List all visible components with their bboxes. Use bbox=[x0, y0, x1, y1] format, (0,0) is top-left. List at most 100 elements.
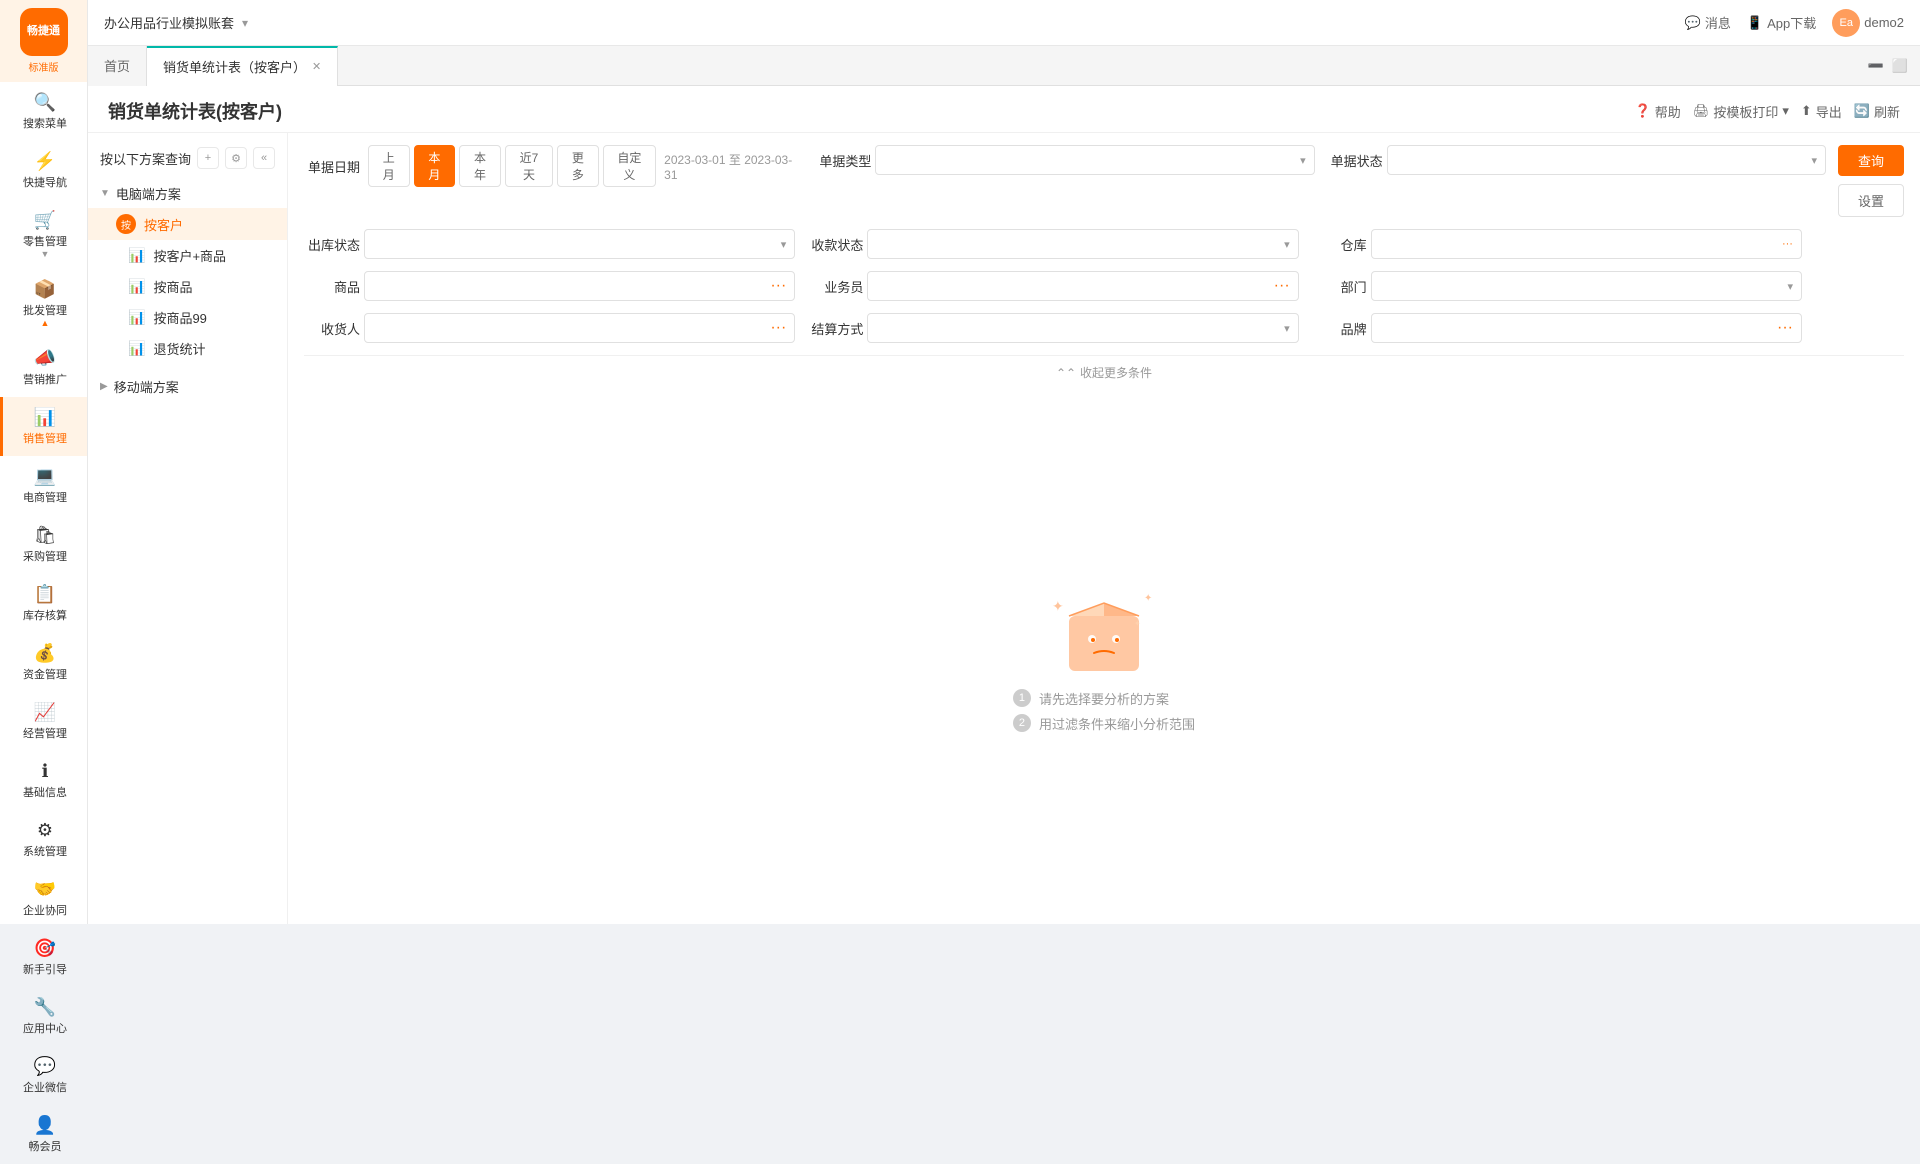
recipient-dots-icon[interactable]: ··· bbox=[770, 319, 786, 337]
minimize-button[interactable]: ➖ bbox=[1868, 58, 1884, 74]
goods-select[interactable]: ··· bbox=[364, 271, 795, 301]
sidebar-item-system[interactable]: ⚙ 系统管理 bbox=[0, 810, 87, 869]
scheme-add-button[interactable]: + bbox=[197, 147, 219, 169]
sidebar-item-label: 系统管理 bbox=[23, 843, 67, 859]
sidebar-item-operation[interactable]: 📈 经营管理 bbox=[0, 692, 87, 751]
scheme-group-mobile-expand-icon: ▶ bbox=[100, 381, 108, 392]
topbar-dropdown-icon[interactable]: ▾ bbox=[242, 16, 248, 30]
tip-number-1: 1 bbox=[1013, 689, 1031, 707]
scheme-item-by-goods[interactable]: 📊 按商品 bbox=[88, 271, 287, 302]
scheme-item-goods99[interactable]: 📊 按商品99 bbox=[88, 302, 287, 333]
filter-row-1: 单据日期 上月 本月 本年 近7天 更多 自定义 2023-03-01 至 20… bbox=[304, 145, 1904, 217]
order-type-select[interactable]: ▾ bbox=[875, 145, 1314, 175]
goods-dots-icon[interactable]: ··· bbox=[770, 277, 786, 295]
sidebar-item-label: 经营管理 bbox=[23, 725, 67, 741]
order-status-dropdown-icon: ▾ bbox=[1811, 154, 1817, 167]
scheme-settings-button[interactable]: ⚙ bbox=[225, 147, 247, 169]
filter-recipient: 收货人 ··· bbox=[304, 313, 795, 343]
guide-icon: 🎯 bbox=[34, 938, 56, 959]
recipient-select[interactable]: ··· bbox=[364, 313, 795, 343]
settlement-select[interactable]: ▾ bbox=[867, 313, 1298, 343]
message-button[interactable]: 💬 消息 bbox=[1685, 13, 1731, 32]
warehouse-select[interactable]: ··· bbox=[1371, 229, 1802, 259]
payment-status-select[interactable]: ▾ bbox=[867, 229, 1298, 259]
sidebar-item-inventory[interactable]: 📋 库存核算 bbox=[0, 574, 87, 633]
sidebar-item-quicknav[interactable]: ⚡ 快捷导航 bbox=[0, 141, 87, 200]
out-status-select[interactable]: ▾ bbox=[364, 229, 795, 259]
scheme-item-label: 按客户 bbox=[144, 215, 183, 234]
department-select[interactable]: ▾ bbox=[1371, 271, 1802, 301]
sidebar-item-basic[interactable]: ℹ 基础信息 bbox=[0, 751, 87, 810]
svg-text:✦: ✦ bbox=[1144, 593, 1152, 604]
expand-icon: ▼ bbox=[41, 249, 50, 259]
date-btn-last-month[interactable]: 上月 bbox=[368, 145, 410, 187]
sidebar-item-collab[interactable]: 🤝 企业协同 bbox=[0, 869, 87, 928]
date-btn-this-month[interactable]: 本月 bbox=[414, 145, 456, 187]
marketing-icon: 📣 bbox=[34, 348, 56, 369]
logo-icon: 畅捷通 bbox=[20, 8, 68, 56]
sidebar-item-retail[interactable]: 🛒 零售管理 ▼ bbox=[0, 200, 87, 269]
appcenter-icon: 🔧 bbox=[34, 997, 56, 1018]
order-status-select[interactable]: ▾ bbox=[1387, 145, 1826, 175]
sidebar-item-search[interactable]: 🔍 搜索菜单 bbox=[0, 82, 87, 141]
sidebar-item-label: 销售管理 bbox=[23, 430, 67, 446]
sidebar-item-marketing[interactable]: 📣 营销推广 bbox=[0, 338, 87, 397]
collapse-button[interactable]: ⌃⌃ 收起更多条件 bbox=[304, 355, 1904, 389]
tab-home[interactable]: 首页 bbox=[88, 46, 147, 86]
scheme-group-pc-header[interactable]: ▼ 电脑端方案 bbox=[88, 179, 287, 208]
warehouse-label: 仓库 bbox=[1311, 235, 1367, 254]
sidebar-item-label: 搜索菜单 bbox=[23, 115, 67, 131]
filter-warehouse: 仓库 ··· bbox=[1311, 229, 1802, 259]
filter-payment-status: 收款状态 ▾ bbox=[807, 229, 1298, 259]
print-button[interactable]: 🖨 按模板打印 ▾ bbox=[1693, 102, 1789, 121]
page-title: 销货单统计表(按客户) bbox=[108, 98, 282, 124]
date-btn-custom[interactable]: 自定义 bbox=[603, 145, 656, 187]
empty-state: ✦ ✦ ✦ 1 请先选择要分析的方案 2 用过滤条件来缩小分析范围 bbox=[288, 389, 1920, 924]
scheme-item-customer-goods[interactable]: 📊 按客户+商品 bbox=[88, 240, 287, 271]
sidebar-item-label: 采购管理 bbox=[23, 548, 67, 564]
tab-close-icon[interactable]: ✕ bbox=[312, 60, 321, 73]
sidebar-item-guide[interactable]: 🎯 新手引导 bbox=[0, 928, 87, 987]
sidebar-item-wholesale[interactable]: 📦 批发管理 ▲ bbox=[0, 269, 87, 338]
sidebar-item-finance[interactable]: 💰 资金管理 bbox=[0, 633, 87, 692]
settings-button[interactable]: 设置 bbox=[1838, 184, 1904, 217]
user-profile[interactable]: Ea demo2 bbox=[1832, 9, 1904, 37]
date-btn-more[interactable]: 更多 bbox=[557, 145, 599, 187]
scheme-item-label: 退货统计 bbox=[153, 339, 205, 358]
date-btn-this-year[interactable]: 本年 bbox=[459, 145, 501, 187]
query-button[interactable]: 查询 bbox=[1838, 145, 1904, 176]
sidebar-item-label: 电商管理 bbox=[23, 489, 67, 505]
date-button-group: 上月 本月 本年 近7天 更多 自定义 2023-03-01 至 2023-03… bbox=[368, 145, 803, 187]
filter-row-2: 出库状态 ▾ 收款状态 ▾ bbox=[304, 229, 1904, 259]
scheme-item-return-stats[interactable]: 📊 退货统计 bbox=[88, 333, 287, 364]
collapse-up-icon: ⌃⌃ bbox=[1056, 366, 1076, 380]
sidebar-item-sales[interactable]: 📊 销售管理 bbox=[0, 397, 87, 456]
app-download-button[interactable]: 📱 App下载 bbox=[1747, 13, 1816, 32]
brand-dots-icon[interactable]: ··· bbox=[1777, 319, 1793, 337]
salesperson-dots-icon[interactable]: ··· bbox=[1274, 277, 1290, 295]
sidebar-item-member[interactable]: 👤 畅会员 bbox=[0, 1105, 87, 1164]
sidebar-item-purchase[interactable]: 🛍 采购管理 bbox=[0, 515, 87, 574]
date-btn-7days[interactable]: 近7天 bbox=[505, 145, 553, 187]
export-button[interactable]: ⬆ 导出 bbox=[1801, 102, 1842, 121]
salesperson-select[interactable]: ··· bbox=[867, 271, 1298, 301]
sidebar-item-wechat[interactable]: 💬 企业微信 bbox=[0, 1046, 87, 1105]
right-content: 单据日期 上月 本月 本年 近7天 更多 自定义 2023-03-01 至 20… bbox=[288, 133, 1920, 924]
tab-sales-stats[interactable]: 销货单统计表（按客户） ✕ bbox=[147, 46, 338, 86]
sidebar-item-label: 应用中心 bbox=[23, 1020, 67, 1036]
finance-icon: 💰 bbox=[34, 643, 56, 664]
filter-section: 单据日期 上月 本月 本年 近7天 更多 自定义 2023-03-01 至 20… bbox=[288, 133, 1920, 389]
scheme-group-mobile-header[interactable]: ▶ 移动端方案 bbox=[88, 372, 287, 401]
collab-icon: 🤝 bbox=[34, 879, 56, 900]
sidebar-item-ecommerce[interactable]: 💻 电商管理 bbox=[0, 456, 87, 515]
sidebar-item-appcenter[interactable]: 🔧 应用中心 bbox=[0, 987, 87, 1046]
sidebar-item-label: 零售管理 bbox=[23, 233, 67, 249]
refresh-button[interactable]: 🔄 刷新 bbox=[1854, 102, 1900, 121]
quicknav-icon: ⚡ bbox=[34, 151, 56, 172]
scheme-item-by-customer[interactable]: 按 按客户 bbox=[88, 208, 287, 240]
sidebar-item-label: 新手引导 bbox=[23, 961, 67, 977]
help-button[interactable]: ❓ 帮助 bbox=[1635, 102, 1681, 121]
maximize-button[interactable]: ⬜ bbox=[1892, 58, 1908, 74]
scheme-collapse-button[interactable]: « bbox=[253, 147, 275, 169]
brand-select[interactable]: ··· bbox=[1371, 313, 1802, 343]
